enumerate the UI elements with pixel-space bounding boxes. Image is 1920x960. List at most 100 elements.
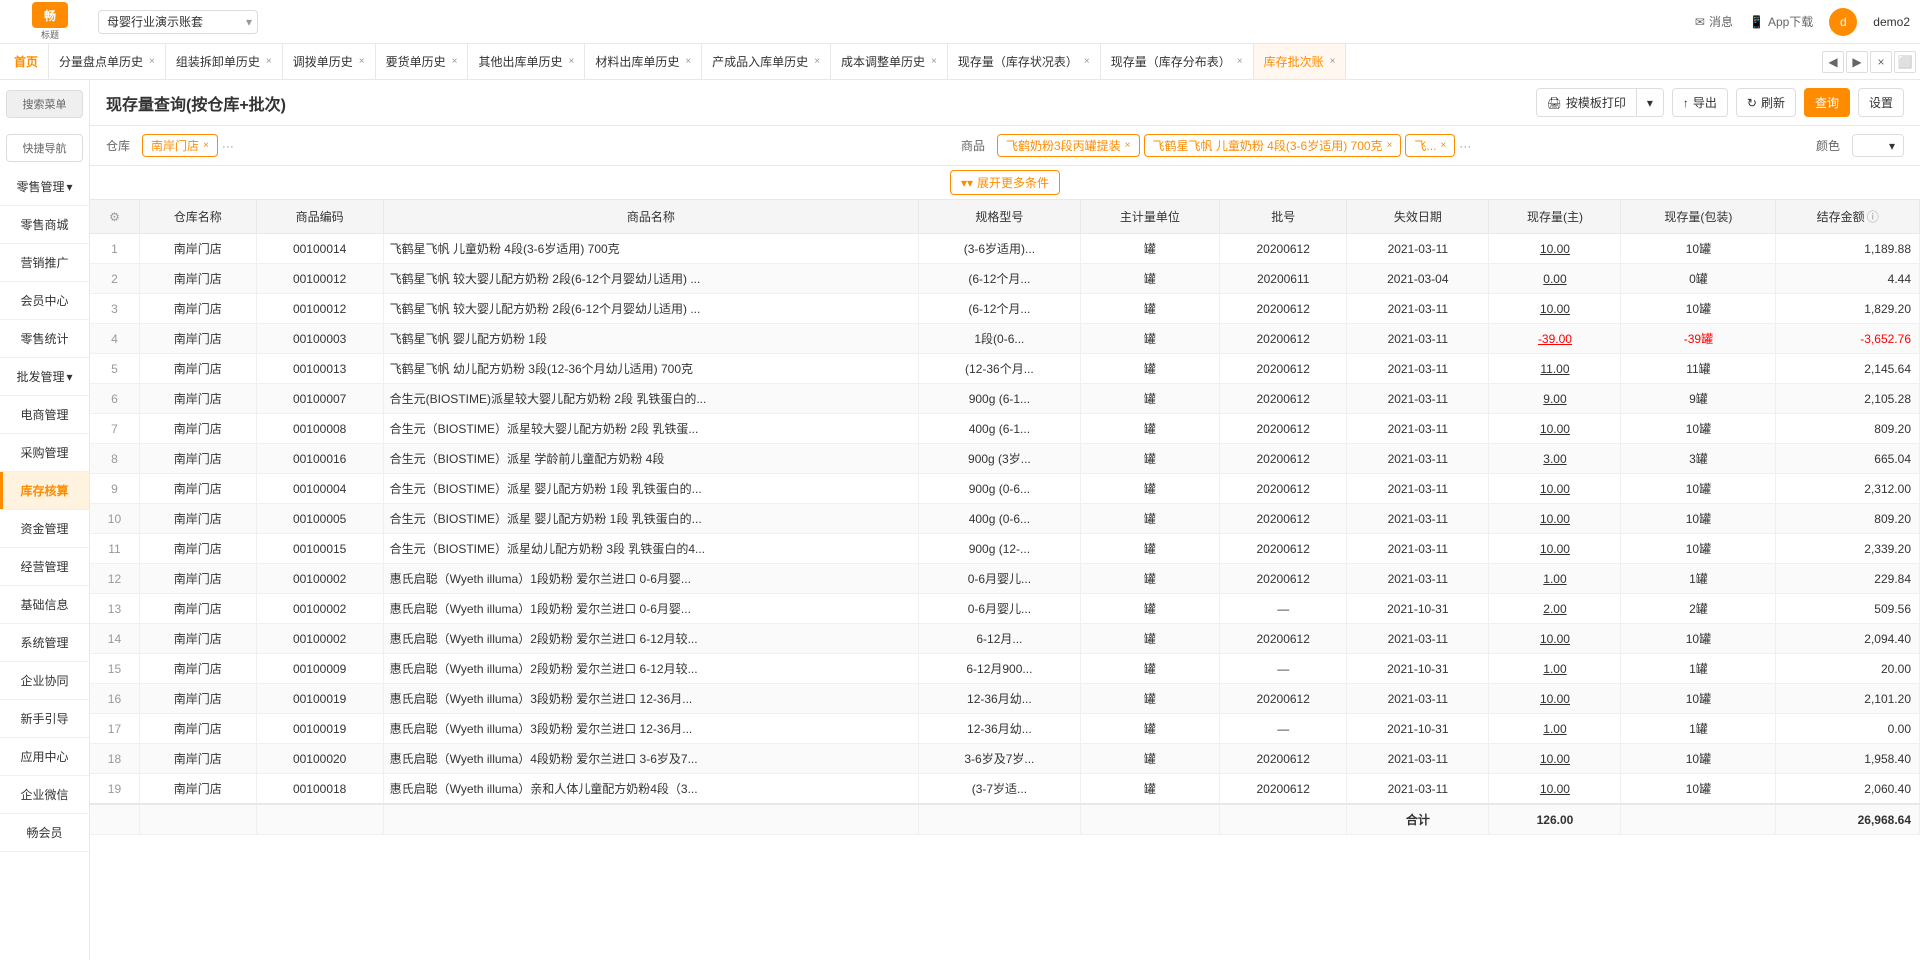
- username[interactable]: demo2: [1873, 15, 1910, 29]
- sidebar-item-marketing[interactable]: 营销推广: [0, 244, 89, 282]
- td-qty-main[interactable]: 2.00: [1489, 594, 1621, 624]
- tab-inventory-status-close[interactable]: ×: [1084, 56, 1090, 67]
- warehouse-tag-1[interactable]: 南岸门店 ×: [142, 134, 218, 157]
- td-qty-main[interactable]: 10.00: [1489, 474, 1621, 504]
- th-name: 商品名称: [383, 200, 919, 234]
- industry-select-wrap[interactable]: 母婴行业演示账套: [98, 10, 258, 34]
- template-print-btn[interactable]: 🖨 按模板打印: [1537, 89, 1637, 116]
- tab-inventory-dist-close[interactable]: ×: [1237, 56, 1243, 67]
- sidebar-item-inventory[interactable]: 库存核算: [0, 472, 89, 510]
- td-qty-main[interactable]: 9.00: [1489, 384, 1621, 414]
- quick-nav-btn[interactable]: 快捷导航: [6, 134, 83, 162]
- warehouse-tag-1-close[interactable]: ×: [203, 140, 209, 151]
- td-name: 惠氏启聪（Wyeth illuma）2段奶粉 爱尔兰进口 6-12月较...: [383, 624, 919, 654]
- td-qty-main[interactable]: 3.00: [1489, 444, 1621, 474]
- tab-batch-voucher-close[interactable]: ×: [1330, 56, 1336, 67]
- refresh-btn[interactable]: ↻ 刷新: [1736, 88, 1796, 117]
- sidebar-item-retail-stats[interactable]: 零售统计: [0, 320, 89, 358]
- sidebar-item-guide[interactable]: 新手引导: [0, 700, 89, 738]
- print-dropdown-btn[interactable]: ▾: [1637, 89, 1663, 116]
- td-qty-main[interactable]: 10.00: [1489, 504, 1621, 534]
- tab-close-btn[interactable]: ×: [1870, 51, 1892, 73]
- tab-product-in[interactable]: 产成品入库单历史 ×: [702, 44, 831, 80]
- td-qty-main[interactable]: 10.00: [1489, 294, 1621, 324]
- tab-inventory-status[interactable]: 现存量（库存状况表） ×: [948, 44, 1101, 80]
- tab-split[interactable]: 分量盘点单历史 ×: [49, 44, 166, 80]
- avatar[interactable]: d: [1829, 8, 1857, 36]
- tab-pick[interactable]: 要货单历史 ×: [376, 44, 469, 80]
- td-qty-main[interactable]: 10.00: [1489, 684, 1621, 714]
- sidebar-item-purchase[interactable]: 采购管理: [0, 434, 89, 472]
- td-code: 00100003: [256, 324, 383, 354]
- tab-inventory-dist[interactable]: 现存量（库存分布表） ×: [1101, 44, 1254, 80]
- td-qty-main[interactable]: 10.00: [1489, 234, 1621, 264]
- tab-maximize-btn[interactable]: ⬜: [1894, 51, 1916, 73]
- product-tag-3[interactable]: 飞... ×: [1405, 134, 1455, 157]
- td-qty-main[interactable]: 10.00: [1489, 774, 1621, 805]
- tab-combine-close[interactable]: ×: [266, 56, 272, 67]
- search-menu-btn[interactable]: 搜索菜单: [6, 90, 83, 118]
- tab-material-out[interactable]: 材料出库单历史 ×: [585, 44, 702, 80]
- product-tag-3-close[interactable]: ×: [1440, 140, 1446, 151]
- warehouse-more[interactable]: ···: [222, 139, 234, 153]
- tab-pick-close[interactable]: ×: [452, 56, 458, 67]
- sidebar-item-operation[interactable]: 经营管理: [0, 548, 89, 586]
- logo[interactable]: 畅 标题: [10, 2, 90, 41]
- td-qty-main[interactable]: 10.00: [1489, 534, 1621, 564]
- sidebar-item-system[interactable]: 系统管理: [0, 624, 89, 662]
- sidebar-item-wholesale[interactable]: 批发管理 ▾: [0, 358, 89, 396]
- tab-split-close[interactable]: ×: [149, 56, 155, 67]
- tab-nav-btns: ◀ ▶ × ⬜: [1822, 51, 1916, 73]
- tab-cost-adjust[interactable]: 成本调整单历史 ×: [831, 44, 948, 80]
- product-tag-1-close[interactable]: ×: [1125, 140, 1131, 151]
- sidebar-item-wechat[interactable]: 企业微信: [0, 776, 89, 814]
- settings-icon[interactable]: ⚙: [109, 210, 120, 224]
- industry-select[interactable]: 母婴行业演示账套: [98, 10, 258, 34]
- product-tag-2[interactable]: 飞鹤星飞帆 儿童奶粉 4段(3-6岁适用) 700克 ×: [1144, 134, 1402, 157]
- tab-cost-adjust-close[interactable]: ×: [931, 56, 937, 67]
- tab-prev-btn[interactable]: ◀: [1822, 51, 1844, 73]
- sidebar-item-member2[interactable]: 畅会员: [0, 814, 89, 852]
- td-qty-main[interactable]: 0.00: [1489, 264, 1621, 294]
- tab-product-in-close[interactable]: ×: [814, 56, 820, 67]
- tab-batch-voucher[interactable]: 库存批次账 ×: [1254, 44, 1347, 80]
- td-qty-main[interactable]: 1.00: [1489, 654, 1621, 684]
- amount-info-icon[interactable]: ⓘ: [1867, 208, 1879, 225]
- product-tag-1[interactable]: 飞鹤奶粉3段丙罐提装 ×: [997, 134, 1140, 157]
- td-expire: 2021-03-11: [1347, 234, 1489, 264]
- sidebar-item-ecom[interactable]: 电商管理: [0, 396, 89, 434]
- color-dropdown[interactable]: ▾: [1852, 134, 1904, 157]
- tab-other-out[interactable]: 其他出库单历史 ×: [468, 44, 585, 80]
- td-qty-main[interactable]: 10.00: [1489, 744, 1621, 774]
- sidebar-item-member[interactable]: 会员中心: [0, 282, 89, 320]
- sidebar-item-app-center[interactable]: 应用中心: [0, 738, 89, 776]
- td-qty-main[interactable]: 11.00: [1489, 354, 1621, 384]
- th-settings[interactable]: ⚙: [90, 200, 139, 234]
- export-btn[interactable]: ↑ 导出: [1672, 88, 1728, 117]
- th-qty-main: 现存量(主): [1489, 200, 1621, 234]
- tab-combine[interactable]: 组装拆卸单历史 ×: [166, 44, 283, 80]
- product-more[interactable]: ···: [1459, 139, 1471, 153]
- tab-next-btn[interactable]: ▶: [1846, 51, 1868, 73]
- tab-mix[interactable]: 调拨单历史 ×: [283, 44, 376, 80]
- sidebar-item-finance[interactable]: 资金管理: [0, 510, 89, 548]
- expand-btn[interactable]: ▾▾ 展开更多条件: [950, 170, 1060, 195]
- sidebar-item-enterprise[interactable]: 企业协同: [0, 662, 89, 700]
- td-qty-main[interactable]: 10.00: [1489, 624, 1621, 654]
- tab-home[interactable]: 首页: [4, 44, 49, 80]
- td-qty-main[interactable]: 10.00: [1489, 414, 1621, 444]
- td-qty-main[interactable]: 1.00: [1489, 714, 1621, 744]
- sidebar-item-retail[interactable]: 零售管理 ▾: [0, 168, 89, 206]
- tab-material-out-close[interactable]: ×: [685, 56, 691, 67]
- app-download-btn[interactable]: 📱 App下载: [1749, 13, 1813, 30]
- sidebar-item-retail-mall[interactable]: 零售商城: [0, 206, 89, 244]
- product-tag-2-close[interactable]: ×: [1387, 140, 1393, 151]
- settings-btn[interactable]: 设置: [1858, 88, 1904, 117]
- tab-mix-close[interactable]: ×: [359, 56, 365, 67]
- query-btn[interactable]: 查询: [1804, 88, 1850, 117]
- td-qty-main[interactable]: -39.00: [1489, 324, 1621, 354]
- tab-other-out-close[interactable]: ×: [568, 56, 574, 67]
- td-qty-main[interactable]: 1.00: [1489, 564, 1621, 594]
- message-btn[interactable]: ✉ 消息: [1695, 13, 1733, 30]
- sidebar-item-basic[interactable]: 基础信息: [0, 586, 89, 624]
